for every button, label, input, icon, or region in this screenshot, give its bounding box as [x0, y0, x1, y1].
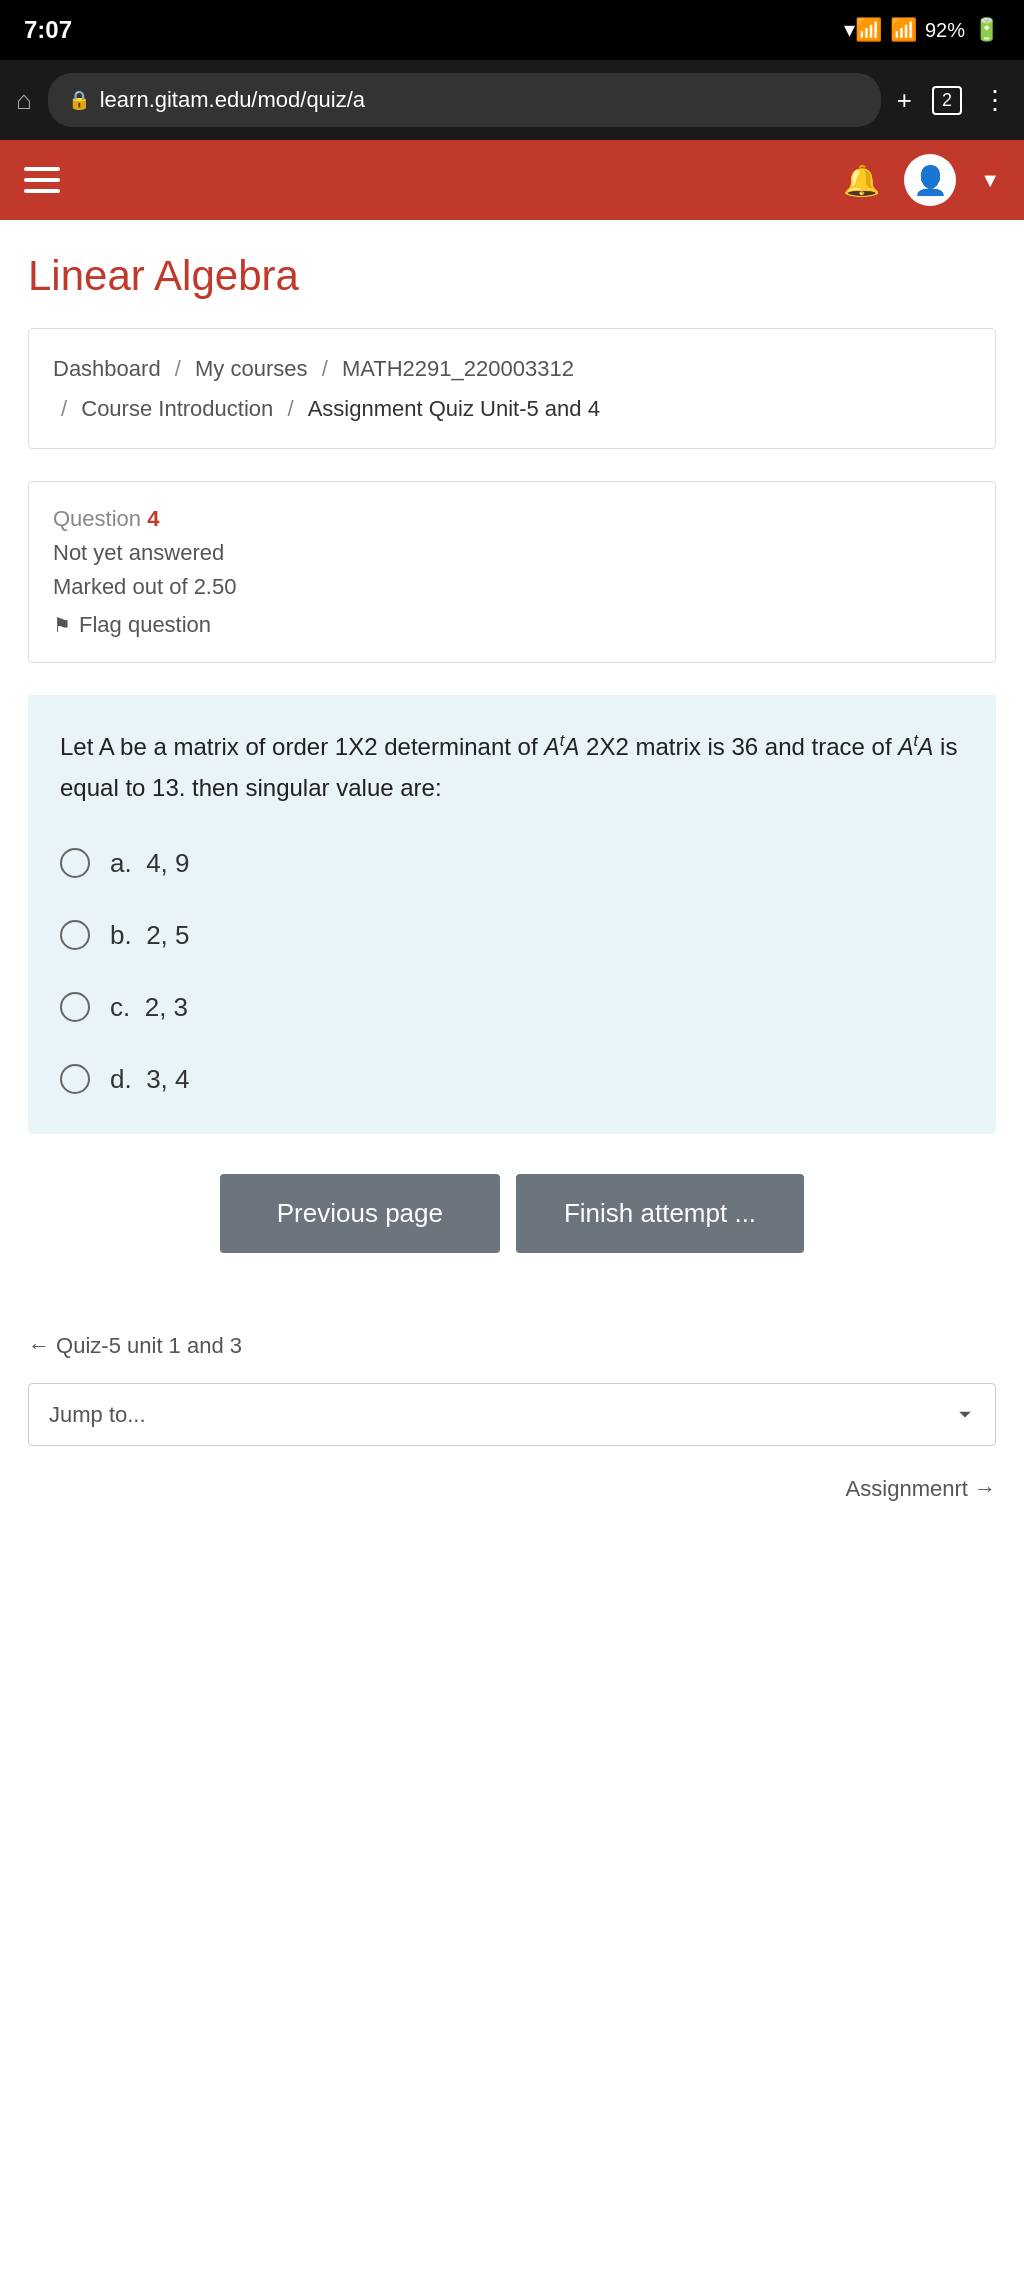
breadcrumb-current: Assignment Quiz Unit-5 and 4: [308, 396, 600, 421]
hamburger-line-3: [24, 189, 60, 193]
url-text: learn.gitam.edu/mod/quiz/a: [100, 87, 365, 113]
breadcrumb-dashboard[interactable]: Dashboard: [53, 356, 161, 381]
flag-question-button[interactable]: ⚑ Flag question: [53, 612, 971, 638]
option-c[interactable]: c. 2, 3: [60, 985, 964, 1029]
radio-c[interactable]: [60, 992, 90, 1022]
avatar[interactable]: 👤: [904, 154, 956, 206]
question-text: Let A be a matrix of order 1X2 determina…: [60, 727, 964, 809]
status-bar: 7:07 ▾📶 📶 92% 🔋: [0, 0, 1024, 60]
prev-quiz-link-text: ← Quiz-5 unit 1 and 3: [28, 1333, 242, 1359]
lock-icon: 🔒: [68, 89, 90, 111]
answer-options: a. 4, 9 b. 2, 5 c. 2, 3 d. 3, 4: [60, 841, 964, 1102]
breadcrumb-sep-1: /: [175, 356, 181, 381]
breadcrumb-section[interactable]: Course Introduction: [81, 396, 273, 421]
main-content: Linear Algebra Dashboard / My courses / …: [0, 220, 1024, 2275]
app-header: 🔔 👤 ▼: [0, 140, 1024, 220]
hamburger-menu[interactable]: [24, 167, 60, 193]
browser-bar: ⌂ 🔒 learn.gitam.edu/mod/quiz/a + 2 ⋮: [0, 60, 1024, 140]
signal-icon: 📶: [890, 17, 917, 43]
option-a[interactable]: a. 4, 9: [60, 841, 964, 885]
breadcrumb-sep-3: /: [61, 396, 67, 421]
footer-navigation: ← Quiz-5 unit 1 and 3 Jump to... Assignm…: [28, 1313, 996, 1522]
next-assignment-link[interactable]: Assignmenrt →: [28, 1476, 996, 1502]
breadcrumb-course[interactable]: MATH2291_220003312: [342, 356, 574, 381]
question-marks: Marked out of 2.50: [53, 574, 971, 600]
wifi-icon: ▾📶: [844, 17, 882, 43]
radio-b[interactable]: [60, 920, 90, 950]
header-right: 🔔 👤 ▼: [843, 154, 1000, 206]
hamburger-line-2: [24, 178, 60, 182]
previous-page-button[interactable]: Previous page: [220, 1174, 500, 1253]
hamburger-line-1: [24, 167, 60, 171]
next-assignment-text: Assignmenrt →: [846, 1476, 996, 1502]
profile-dropdown-icon[interactable]: ▼: [980, 169, 1000, 192]
radio-d[interactable]: [60, 1064, 90, 1094]
option-c-label: c. 2, 3: [110, 985, 188, 1029]
question-label: Question 4: [53, 506, 971, 532]
option-b[interactable]: b. 2, 5: [60, 913, 964, 957]
option-b-label: b. 2, 5: [110, 913, 190, 957]
flag-question-label: Flag question: [79, 612, 211, 638]
jump-to-select[interactable]: Jump to...: [28, 1383, 996, 1446]
math-expr-2: AtA: [898, 734, 933, 760]
radio-a[interactable]: [60, 848, 90, 878]
flag-icon: ⚑: [53, 613, 71, 637]
question-number: 4: [147, 506, 159, 531]
page-title: Linear Algebra: [28, 252, 996, 300]
option-d[interactable]: d. 3, 4: [60, 1057, 964, 1101]
breadcrumb-my-courses[interactable]: My courses: [195, 356, 307, 381]
math-expr-1: AtA: [544, 734, 579, 760]
battery-indicator: 92%: [925, 19, 965, 42]
navigation-buttons: Previous page Finish attempt ...: [28, 1174, 996, 1253]
notification-bell-icon[interactable]: 🔔: [843, 163, 880, 198]
breadcrumb: Dashboard / My courses / MATH2291_220003…: [28, 328, 996, 449]
option-d-label: d. 3, 4: [110, 1057, 190, 1101]
option-a-label: a. 4, 9: [110, 841, 190, 885]
more-options-button[interactable]: ⋮: [982, 85, 1008, 116]
finish-attempt-button[interactable]: Finish attempt ...: [516, 1174, 804, 1253]
breadcrumb-sep-2: /: [322, 356, 328, 381]
question-content-box: Let A be a matrix of order 1X2 determina…: [28, 695, 996, 1133]
battery-icon: 🔋: [973, 17, 1000, 43]
url-bar[interactable]: 🔒 learn.gitam.edu/mod/quiz/a: [48, 73, 881, 127]
home-button[interactable]: ⌂: [16, 85, 32, 116]
tab-count-badge[interactable]: 2: [932, 86, 962, 115]
question-status: Not yet answered: [53, 540, 971, 566]
add-tab-button[interactable]: +: [897, 85, 912, 116]
status-icons: ▾📶 📶 92% 🔋: [844, 17, 1000, 43]
breadcrumb-sep-4: /: [287, 396, 293, 421]
status-time: 7:07: [24, 16, 72, 44]
browser-actions: + 2 ⋮: [897, 85, 1008, 116]
prev-quiz-link[interactable]: ← Quiz-5 unit 1 and 3: [28, 1333, 996, 1359]
question-info-box: Question 4 Not yet answered Marked out o…: [28, 481, 996, 663]
